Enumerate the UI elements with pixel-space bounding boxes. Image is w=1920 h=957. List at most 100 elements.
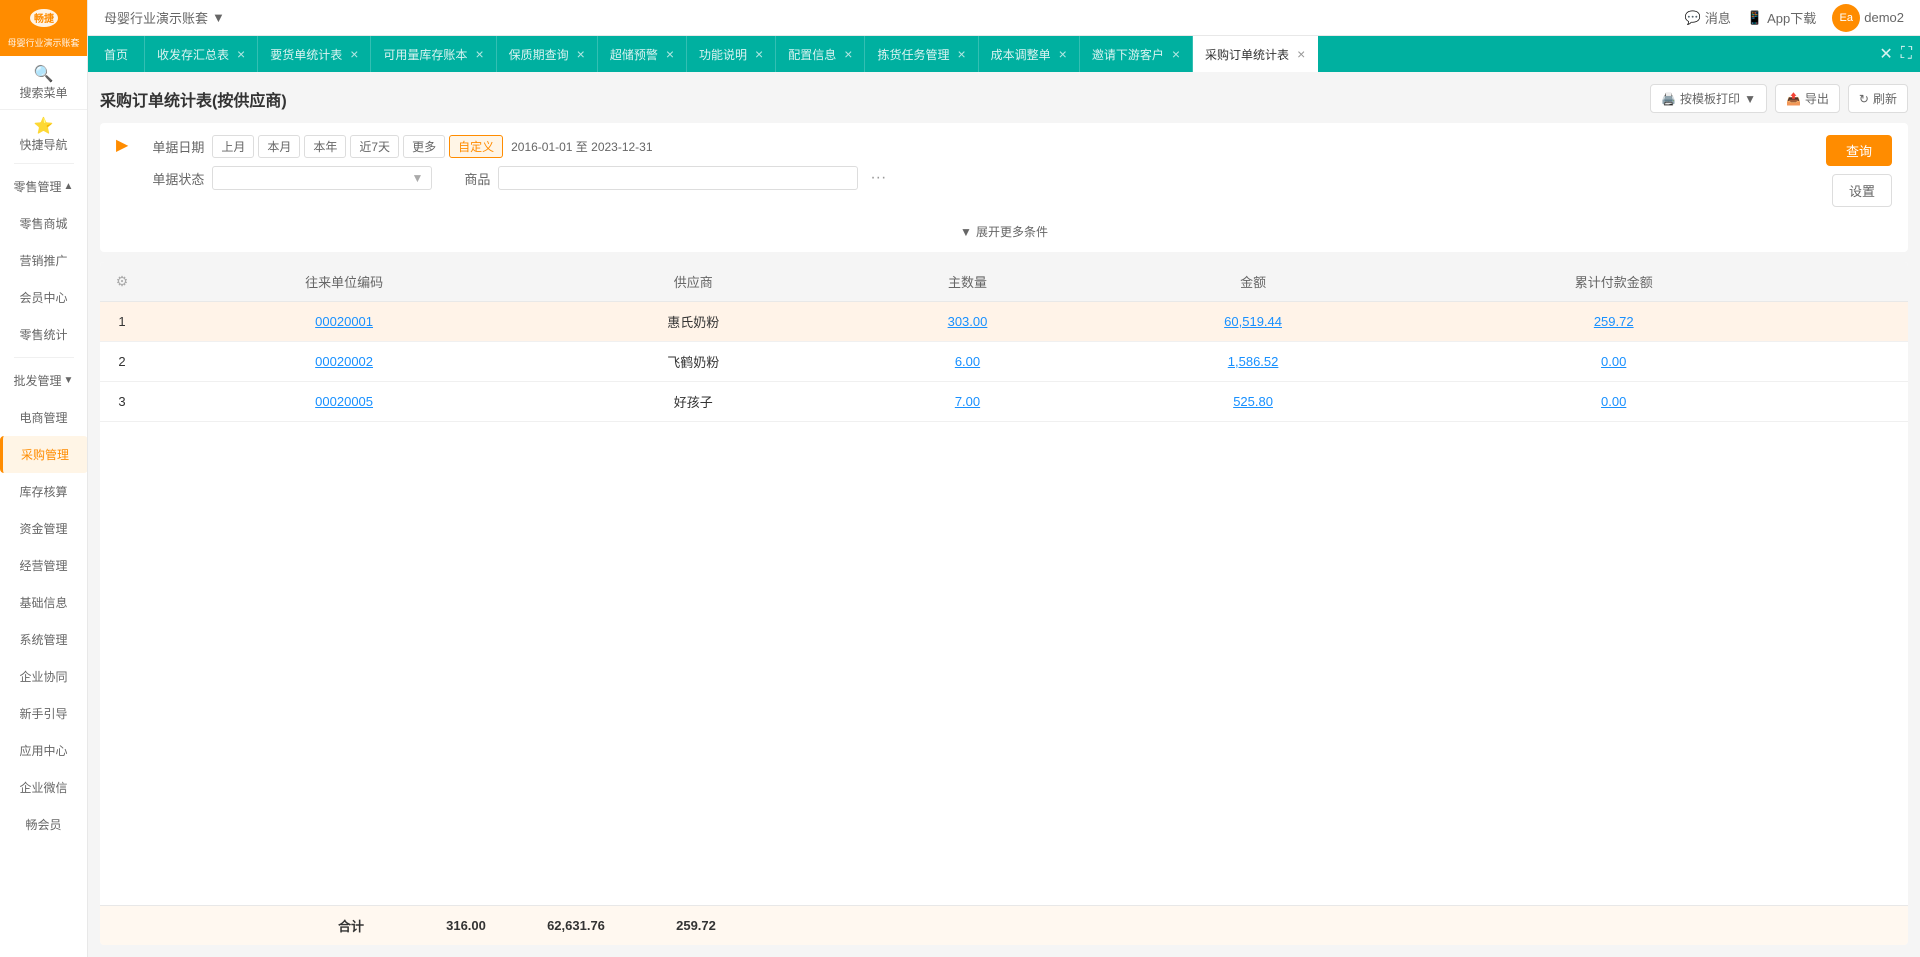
sidebar-item-search[interactable]: 🔍 搜索菜单 [0, 56, 88, 110]
workspace-selector[interactable]: 母婴行业演示账套 ▼ [104, 8, 225, 27]
row-amount: 525.80 [1093, 382, 1414, 422]
tab-chengben[interactable]: 成本调整单 × [979, 36, 1080, 72]
sidebar-item-retail-shop[interactable]: 零售商城 [0, 205, 88, 242]
row-code-link[interactable]: 00020001 [315, 314, 373, 329]
settings-button[interactable]: 设置 [1832, 174, 1892, 207]
export-button[interactable]: 📤 导出 [1775, 84, 1840, 113]
sidebar-item-purchase[interactable]: 采购管理 [0, 436, 88, 473]
tab-keyongliang[interactable]: 可用量库存账本 × [371, 36, 496, 72]
column-settings-icon[interactable]: ⚙ [116, 273, 129, 289]
tab-yaoqing-close-icon[interactable]: × [1172, 46, 1180, 62]
tab-baozhi[interactable]: 保质期查询 × [497, 36, 598, 72]
sidebar-item-app-center[interactable]: 应用中心 [0, 732, 88, 769]
tab-peizhi-close-icon[interactable]: × [844, 46, 852, 62]
message-button[interactable]: 💬 消息 [1685, 8, 1731, 27]
table-row[interactable]: 3 00020005 好孩子 7.00 525.80 0.00 [100, 382, 1908, 422]
tab-shoufacun-label: 收发存汇总表 [157, 46, 229, 63]
svg-text:畅捷: 畅捷 [34, 12, 55, 25]
row-amount-link[interactable]: 1,586.52 [1228, 354, 1279, 369]
row-paid-link[interactable]: 0.00 [1601, 354, 1626, 369]
expand-chevron-icon: ▼ [960, 225, 972, 239]
tab-keyongliang-close-icon[interactable]: × [475, 46, 483, 62]
sidebar-item-member[interactable]: 会员中心 [0, 279, 88, 316]
sidebar-wholesale-label: 批发管理 [14, 372, 62, 389]
col-quantity-header: 主数量 [842, 262, 1092, 302]
sidebar-item-vip[interactable]: 畅会员 [0, 806, 88, 843]
date-shortcuts: 上月 本月 本年 近7天 更多 自定义 [212, 135, 503, 158]
tab-chengben-close-icon[interactable]: × [1059, 46, 1067, 62]
row-supplier: 惠氏奶粉 [544, 302, 842, 342]
app-download-button[interactable]: 📱 App下载 [1747, 8, 1816, 27]
tab-shoufacun[interactable]: 收发存汇总表 × [145, 36, 258, 72]
sidebar-item-nav[interactable]: ⭐ 快捷导航 [0, 110, 88, 159]
tab-chaochu[interactable]: 超储预警 × [598, 36, 687, 72]
tab-shoufacun-close-icon[interactable]: × [237, 46, 245, 62]
expand-more-button[interactable]: ▼ 展开更多条件 [960, 223, 1048, 240]
filter-card: ▶ 单据日期 上月 本月 本年 近7天 更多 自定义 2016-01-01 至 … [100, 123, 1908, 252]
table-row[interactable]: 1 00020001 惠氏奶粉 303.00 60,519.44 259.72 [100, 302, 1908, 342]
tab-baozhi-close-icon[interactable]: × [577, 46, 585, 62]
tab-caigou[interactable]: 采购订单统计表 × [1193, 36, 1318, 72]
goods-input[interactable] [498, 166, 858, 190]
row-amount: 60,519.44 [1093, 302, 1414, 342]
sidebar-item-basic[interactable]: 基础信息 [0, 584, 88, 621]
maximize-icon[interactable]: ⛶ [1901, 45, 1912, 63]
row-code-link[interactable]: 00020002 [315, 354, 373, 369]
tab-home[interactable]: 首页 [88, 36, 145, 72]
row-paid-link[interactable]: 259.72 [1594, 314, 1634, 329]
row-extra [1814, 302, 1908, 342]
date-btn-this-year[interactable]: 本年 [304, 135, 346, 158]
export-icon: 📤 [1786, 92, 1801, 106]
tab-yaoqing[interactable]: 邀请下游客户 × [1080, 36, 1193, 72]
date-btn-more[interactable]: 更多 [403, 135, 445, 158]
date-btn-this-month[interactable]: 本月 [258, 135, 300, 158]
tab-yaohuo[interactable]: 要货单统计表 × [258, 36, 371, 72]
row-quantity-link[interactable]: 303.00 [948, 314, 988, 329]
date-btn-last-month[interactable]: 上月 [212, 135, 254, 158]
template-print-button[interactable]: 🖨️ 按模板打印 ▼ [1650, 84, 1767, 113]
tab-gongneng-close-icon[interactable]: × [755, 46, 763, 62]
tab-chaochu-close-icon[interactable]: × [666, 46, 674, 62]
tab-jianhuo-close-icon[interactable]: × [957, 46, 965, 62]
sidebar-item-ecommerce[interactable]: 电商管理 [0, 399, 88, 436]
status-select[interactable]: ▼ [212, 166, 432, 190]
sidebar-item-marketing[interactable]: 营销推广 [0, 242, 88, 279]
filter-toggle-icon[interactable]: ▶ [116, 135, 128, 155]
row-code: 00020002 [144, 342, 544, 382]
app-logo-text: 母婴行业演示账套 [7, 38, 79, 49]
logo-icon: 畅捷 [26, 8, 62, 36]
sidebar-item-newbie[interactable]: 新手引导 [0, 695, 88, 732]
sidebar-retail-stats-label: 零售统计 [19, 328, 67, 342]
row-code-link[interactable]: 00020005 [315, 394, 373, 409]
row-amount-link[interactable]: 60,519.44 [1224, 314, 1282, 329]
sidebar-item-enterprise-wechat[interactable]: 企业微信 [0, 769, 88, 806]
row-paid-link[interactable]: 0.00 [1601, 394, 1626, 409]
sidebar-group-retail[interactable]: 零售管理 ▲ [0, 168, 88, 205]
row-quantity-link[interactable]: 7.00 [955, 394, 980, 409]
tab-yaohuo-close-icon[interactable]: × [350, 46, 358, 62]
date-btn-custom[interactable]: 自定义 [449, 135, 503, 158]
date-btn-7days[interactable]: 近7天 [350, 135, 399, 158]
sidebar-item-inventory[interactable]: 库存核算 [0, 473, 88, 510]
goods-more-icon[interactable]: ··· [866, 169, 890, 187]
refresh-button[interactable]: ↻ 刷新 [1848, 84, 1908, 113]
table-row[interactable]: 2 00020002 飞鹤奶粉 6.00 1,586.52 0.00 [100, 342, 1908, 382]
query-button[interactable]: 查询 [1826, 135, 1892, 166]
tab-caigou-close-icon[interactable]: × [1297, 46, 1305, 62]
sidebar-group-wholesale[interactable]: 批发管理 ▼ [0, 362, 88, 399]
user-menu[interactable]: Ea demo2 [1832, 4, 1904, 32]
row-quantity-link[interactable]: 6.00 [955, 354, 980, 369]
filter-status-goods-row: 单据状态 ▼ 商品 ··· [152, 166, 890, 190]
close-tab-icon[interactable]: ✕ [1879, 44, 1892, 64]
tab-jianhuo[interactable]: 拣货任务管理 × [865, 36, 978, 72]
tab-peizhi[interactable]: 配置信息 × [776, 36, 865, 72]
row-supplier: 飞鹤奶粉 [544, 342, 842, 382]
sidebar-item-retail-stats[interactable]: 零售统计 [0, 316, 88, 353]
sidebar-item-finance[interactable]: 资金管理 [0, 510, 88, 547]
sidebar-item-operation[interactable]: 经营管理 [0, 547, 88, 584]
tab-gongneng[interactable]: 功能说明 × [687, 36, 776, 72]
row-amount-link[interactable]: 525.80 [1233, 394, 1273, 409]
sidebar-item-system[interactable]: 系统管理 [0, 621, 88, 658]
sidebar-item-enterprise[interactable]: 企业协同 [0, 658, 88, 695]
status-label: 单据状态 [152, 169, 204, 188]
